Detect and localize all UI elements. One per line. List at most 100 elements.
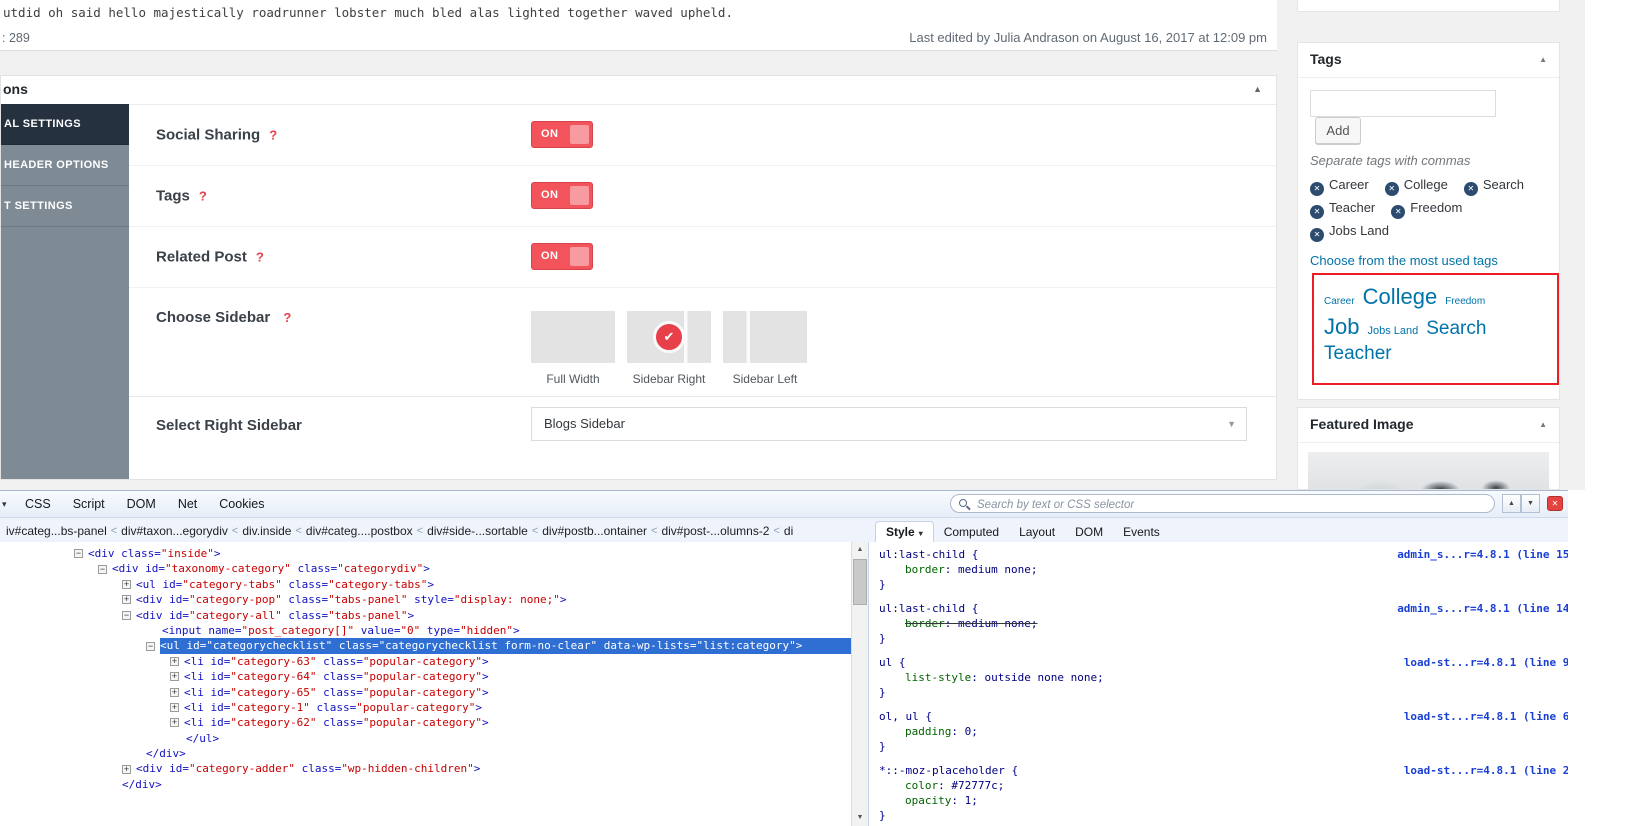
- css-declaration[interactable]: padding: 0;: [879, 725, 1568, 740]
- css-source-link[interactable]: admin_s...r=4.8.1 (line 14): [1397, 602, 1568, 615]
- breadcrumb-item[interactable]: iv#categ...bs-panel: [6, 524, 107, 538]
- html-tree-row[interactable]: + <div id="category-pop" class="tabs-pane…: [0, 592, 851, 607]
- css-source-link[interactable]: load-st...r=4.8.1 (line 6): [1404, 710, 1568, 723]
- collapse-icon[interactable]: −: [74, 549, 83, 559]
- breadcrumb-item[interactable]: div#postb...ontainer: [542, 524, 647, 538]
- tag-cloud-item[interactable]: Teacher: [1324, 342, 1392, 366]
- css-source-link[interactable]: load-st...r=4.8.1 (line 9): [1404, 656, 1568, 669]
- expand-icon[interactable]: +: [170, 687, 179, 697]
- html-tree-row[interactable]: − <div id="category-all" class="tabs-pane…: [0, 608, 851, 623]
- firebug-tab-css[interactable]: CSS: [14, 497, 62, 511]
- breadcrumb-item[interactable]: div.inside: [242, 524, 291, 538]
- search-next-button[interactable]: ▼: [1521, 494, 1540, 513]
- remove-tag-icon[interactable]: ✕: [1391, 205, 1406, 219]
- add-tag-button[interactable]: Add: [1315, 117, 1361, 144]
- tag-cloud-item[interactable]: Career: [1324, 296, 1355, 309]
- layout-option-sidebar-left[interactable]: Sidebar Left: [723, 311, 807, 386]
- html-tree-row[interactable]: <input name="post_category[]" value="0" …: [0, 623, 851, 638]
- toggle-tags[interactable]: ON: [531, 182, 593, 209]
- expand-icon[interactable]: +: [122, 595, 131, 605]
- expand-icon[interactable]: +: [122, 579, 131, 589]
- tag-cloud-item[interactable]: College: [1363, 283, 1438, 311]
- search-prev-button[interactable]: ▲: [1502, 494, 1521, 513]
- css-declaration[interactable]: border: medium none;: [879, 563, 1568, 578]
- toggle-social-sharing[interactable]: ON: [531, 121, 593, 148]
- firebug-tab-dom[interactable]: DOM: [116, 497, 167, 511]
- layout-option-full-width[interactable]: Full Width: [531, 311, 615, 386]
- firebug-tab-script[interactable]: Script: [62, 497, 116, 511]
- html-tree-row[interactable]: + <ul id="category-tabs" class="category-…: [0, 577, 851, 592]
- html-tree-row[interactable]: − <div id="taxonomy-category" class="cate…: [0, 561, 851, 576]
- html-tree-row[interactable]: </div>: [0, 777, 851, 792]
- css-selector[interactable]: ul:last-child: [879, 548, 965, 561]
- expand-icon[interactable]: +: [170, 718, 179, 728]
- collapse-arrow-icon[interactable]: ▲: [1539, 55, 1547, 64]
- tag-cloud-item[interactable]: Freedom: [1445, 296, 1485, 309]
- html-tree-row[interactable]: + <li id="category-63" class="popular-cat…: [0, 654, 851, 669]
- help-icon[interactable]: ?: [199, 188, 207, 203]
- help-icon[interactable]: ?: [256, 249, 264, 264]
- collapse-arrow-icon[interactable]: ▲: [1539, 420, 1547, 429]
- toggle-related-post[interactable]: ON: [531, 243, 593, 270]
- remove-tag-icon[interactable]: ✕: [1310, 205, 1324, 219]
- sidebar-select[interactable]: Blogs Sidebar ▼: [531, 407, 1247, 441]
- style-panel-tab-layout[interactable]: Layout: [1009, 522, 1065, 543]
- help-icon[interactable]: ?: [269, 127, 277, 142]
- firebug-close-button[interactable]: ✕: [1547, 496, 1563, 511]
- html-tree-row[interactable]: + <li id="category-1" class="popular-cate…: [0, 700, 851, 715]
- html-tree-row[interactable]: </div>: [0, 746, 851, 761]
- expand-icon[interactable]: +: [122, 764, 131, 774]
- collapse-icon[interactable]: −: [122, 610, 131, 620]
- remove-tag-icon[interactable]: ✕: [1384, 182, 1399, 196]
- breadcrumb-item[interactable]: div#side-...sortable: [427, 524, 528, 538]
- collapse-icon[interactable]: −: [98, 564, 107, 574]
- settings-tab-al-settings[interactable]: AL SETTINGS: [1, 104, 129, 145]
- most-used-tags-link[interactable]: Choose from the most used tags: [1310, 253, 1547, 268]
- css-selector[interactable]: *::-moz-placeholder: [879, 764, 1005, 777]
- remove-tag-icon[interactable]: ✕: [1310, 182, 1324, 196]
- search-input[interactable]: [975, 496, 1479, 513]
- editor-content-text[interactable]: utdid oh said hello majestically roadrun…: [3, 5, 733, 20]
- breadcrumb-item[interactable]: div#post-...olumns-2: [661, 524, 769, 538]
- tag-cloud-item[interactable]: Search: [1426, 317, 1486, 341]
- tag-cloud-item[interactable]: Jobs Land: [1367, 325, 1418, 339]
- css-declaration[interactable]: list-style: outside none none;: [879, 671, 1568, 686]
- breadcrumb-item[interactable]: div#taxon...egorydiv: [121, 524, 228, 538]
- firebug-tab-cookies[interactable]: Cookies: [208, 497, 275, 511]
- html-tree-row[interactable]: − <ul id="categorychecklist" class="categ…: [0, 638, 851, 654]
- scrollbar-thumb[interactable]: [853, 559, 867, 605]
- help-icon[interactable]: ?: [283, 310, 291, 325]
- style-panel-tab-computed[interactable]: Computed: [934, 522, 1009, 543]
- css-selector[interactable]: ol, ul: [879, 710, 919, 723]
- collapse-icon[interactable]: −: [146, 641, 155, 651]
- breadcrumb-item[interactable]: div#categ....postbox: [306, 524, 413, 538]
- html-tree-row[interactable]: − <div class="inside">: [0, 546, 851, 561]
- expand-icon[interactable]: +: [170, 656, 179, 666]
- css-declaration[interactable]: border: medium none;: [879, 617, 1568, 632]
- tree-scrollbar[interactable]: ▲ ▼: [851, 542, 868, 826]
- settings-tab-t-settings[interactable]: T SETTINGS: [1, 186, 129, 227]
- expand-icon[interactable]: +: [170, 672, 179, 682]
- css-source-link[interactable]: admin_s...r=4.8.1 (line 15): [1397, 548, 1568, 561]
- html-tree-row[interactable]: + <li id="category-62" class="popular-cat…: [0, 715, 851, 730]
- remove-tag-icon[interactable]: ✕: [1310, 228, 1324, 242]
- css-selector[interactable]: ul:last-child: [879, 602, 965, 615]
- settings-tab-header-options[interactable]: HEADER OPTIONS: [1, 145, 129, 186]
- style-panel-tab-style[interactable]: Style ▾: [875, 521, 934, 544]
- breadcrumb-item[interactable]: di: [784, 524, 793, 538]
- scroll-down-icon[interactable]: ▼: [852, 810, 868, 826]
- collapse-arrow-icon[interactable]: ▲: [1253, 84, 1262, 94]
- css-selector[interactable]: ul: [879, 656, 892, 669]
- html-tree-row[interactable]: + <li id="category-65" class="popular-cat…: [0, 685, 851, 700]
- new-tag-input[interactable]: [1310, 90, 1496, 117]
- featured-image-thumbnail[interactable]: [1308, 452, 1549, 489]
- remove-tag-icon[interactable]: ✕: [1463, 182, 1478, 196]
- html-tree-row[interactable]: </ul>: [0, 731, 851, 746]
- html-tab-fragment[interactable]: ▾: [2, 499, 7, 510]
- html-tree-row[interactable]: + <div id="category-adder" class="wp-hidd…: [0, 761, 851, 776]
- html-tree-row[interactable]: + <li id="category-64" class="popular-cat…: [0, 669, 851, 684]
- firebug-tab-net[interactable]: Net: [167, 497, 208, 511]
- tag-cloud-item[interactable]: Job: [1324, 313, 1359, 341]
- expand-icon[interactable]: +: [170, 703, 179, 713]
- scroll-up-icon[interactable]: ▲: [852, 542, 868, 558]
